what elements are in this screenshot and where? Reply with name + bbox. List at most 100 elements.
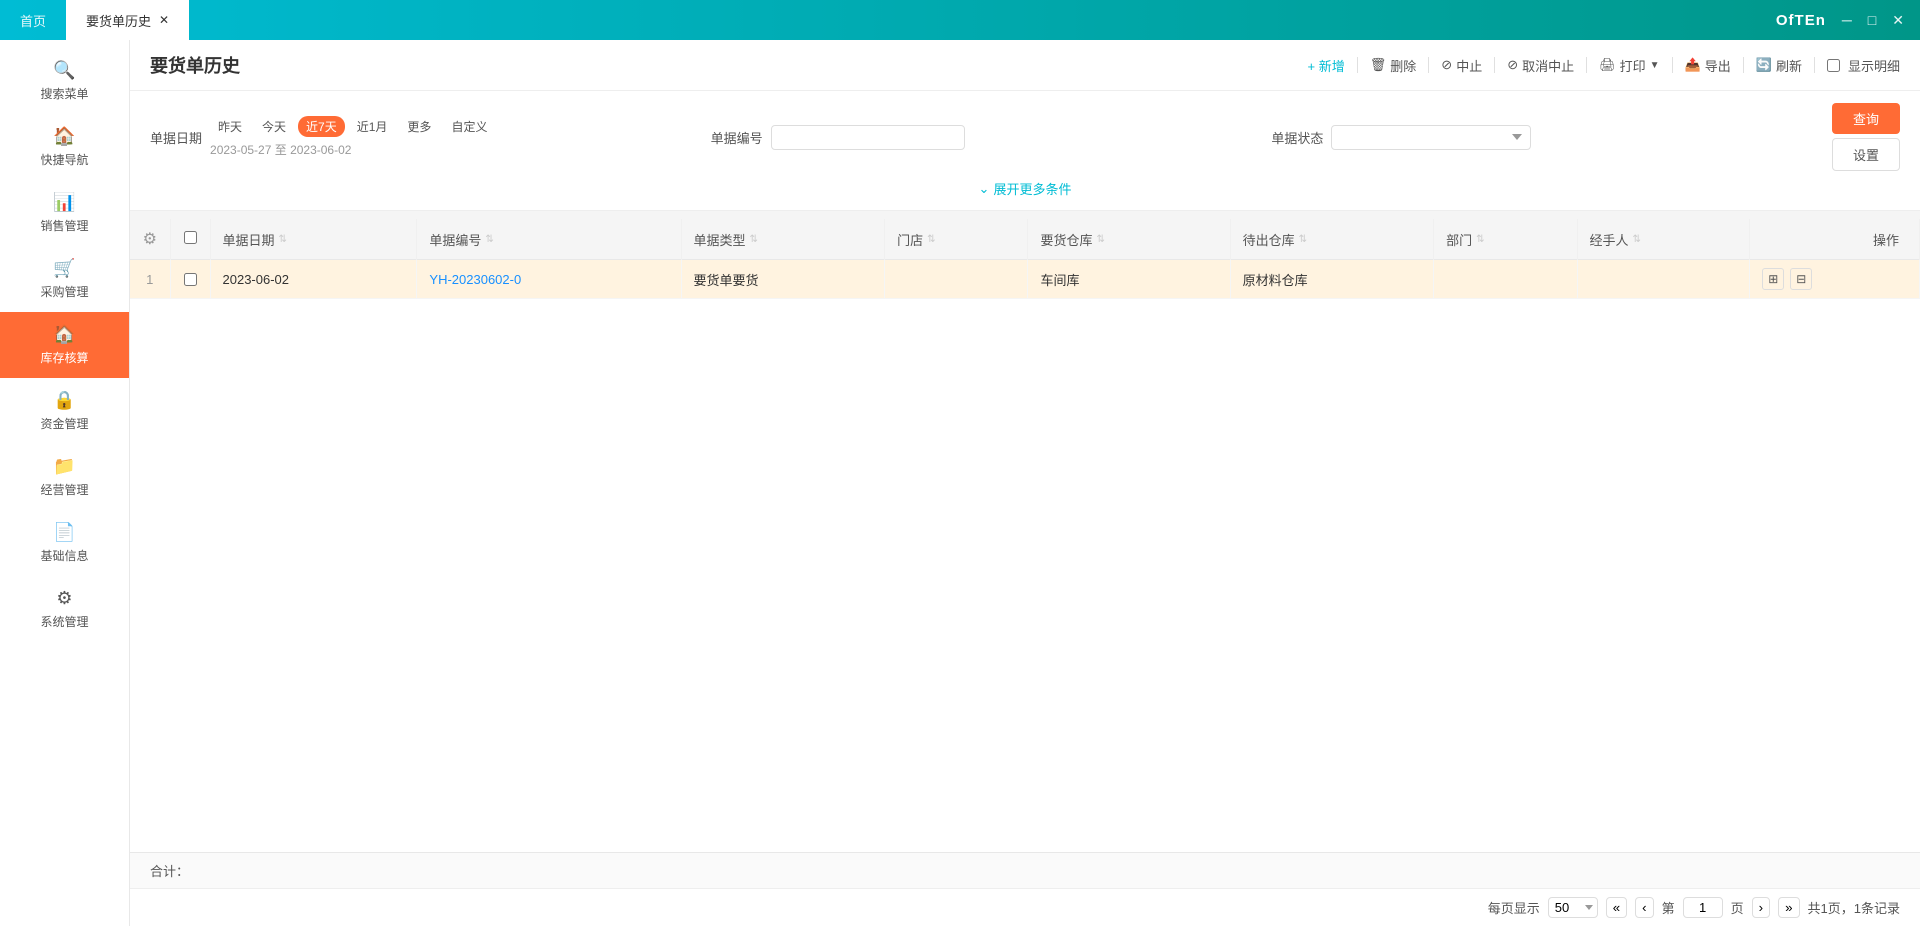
action-buttons: 查询 设置 (1832, 103, 1900, 171)
row-bill-no: YH-20230602-0 (417, 260, 681, 299)
expand-more-btn[interactable]: ⌄ 展开更多条件 (150, 179, 1900, 198)
sidebar-item-inventory-calc[interactable]: 🏠 库存核算 (0, 312, 129, 378)
delete-label: 删除 (1390, 56, 1416, 75)
date-btn-custom[interactable]: 自定义 (443, 116, 495, 137)
th-bill-date[interactable]: 单据日期 ⇅ (210, 219, 417, 260)
th-handler[interactable]: 经手人 ⇅ (1577, 219, 1750, 260)
th-bill-no-label: 单据编号 (429, 230, 481, 249)
column-settings-icon[interactable]: ⚙ (143, 231, 157, 248)
date-btn-more[interactable]: 更多 (399, 116, 439, 137)
minimize-icon[interactable]: ─ (1842, 12, 1852, 28)
th-pending-warehouse[interactable]: 待出仓库 ⇅ (1230, 219, 1434, 260)
row-store (885, 260, 1028, 299)
sidebar-item-quick-nav[interactable]: 🏠 快捷导航 (0, 114, 129, 180)
th-department-label: 部门 (1446, 230, 1472, 249)
page-size-label: 每页显示 (1488, 898, 1540, 917)
show-detail-checkbox[interactable] (1827, 59, 1840, 72)
row-checkbox-cell (170, 260, 210, 299)
row-pending-warehouse: 原材料仓库 (1230, 260, 1434, 299)
page-title: 要货单历史 (150, 52, 240, 78)
last-page-button[interactable]: » (1778, 897, 1799, 918)
filter-row: 单据日期 昨天 今天 近7天 近1月 更多 自定义 2023-05-27 至 2… (150, 103, 1900, 171)
divider-5 (1672, 57, 1673, 73)
bill-status-label: 单据状态 (1271, 128, 1323, 147)
date-btn-yesterday[interactable]: 昨天 (210, 116, 250, 137)
sidebar-item-quick-nav-label: 快捷导航 (40, 151, 88, 168)
date-filter-label: 单据日期 (150, 128, 202, 147)
sidebar-item-inventory-calc-label: 库存核算 (40, 349, 88, 366)
quick-nav-icon: 🏠 (53, 126, 75, 147)
filter-area: 单据日期 昨天 今天 近7天 近1月 更多 自定义 2023-05-27 至 2… (130, 91, 1920, 211)
setting-button[interactable]: 设置 (1832, 138, 1900, 171)
th-bill-type[interactable]: 单据类型 ⇅ (681, 219, 885, 260)
basic-info-icon: 📄 (53, 522, 75, 543)
th-bill-no[interactable]: 单据编号 ⇅ (417, 219, 681, 260)
page-input[interactable] (1683, 897, 1723, 918)
row-bill-date: 2023-06-02 (210, 260, 417, 299)
tab-home[interactable]: 首页 (0, 0, 66, 40)
new-button[interactable]: + 新增 (1308, 56, 1345, 75)
select-all-checkbox[interactable] (184, 231, 197, 244)
top-bar: 首页 要货单历史 ✕ OfTEn ─ □ ✕ (0, 0, 1920, 40)
date-btn-today[interactable]: 今天 (254, 116, 294, 137)
sidebar-item-purchase-mgmt[interactable]: 🛒 采购管理 (0, 246, 129, 312)
bill-status-select[interactable] (1331, 125, 1531, 150)
sidebar-item-operations-mgmt[interactable]: 📁 经营管理 (0, 444, 129, 510)
sidebar-item-finance-mgmt[interactable]: 🔒 资金管理 (0, 378, 129, 444)
print-button[interactable]: 🖨 打印 ▼ (1599, 56, 1659, 75)
tab-home-label: 首页 (20, 11, 46, 30)
th-bill-type-label: 单据类型 (694, 230, 746, 249)
query-button[interactable]: 查询 (1832, 103, 1900, 134)
tab-requisition-history[interactable]: 要货单历史 ✕ (66, 0, 189, 40)
summary-label: 合计： (150, 861, 189, 880)
print-label: 打印 (1620, 56, 1646, 75)
sort-icon-req-warehouse: ⇅ (1096, 234, 1104, 245)
maximize-icon[interactable]: □ (1868, 12, 1876, 28)
th-pending-warehouse-label: 待出仓库 (1243, 230, 1295, 249)
th-handler-label: 经手人 (1590, 230, 1629, 249)
bill-no-filter-group: 单据编号 (711, 125, 1252, 150)
table-body: 1 2023-06-02 YH-20230602-0 要货单要货 车间库 (130, 260, 1920, 299)
page-size-select[interactable]: 10 20 50 100 (1548, 897, 1598, 918)
next-page-button[interactable]: › (1752, 897, 1770, 918)
row-handler (1577, 260, 1750, 299)
cancel-stop-button[interactable]: ⊘ 取消中止 (1507, 56, 1574, 75)
table-row: 1 2023-06-02 YH-20230602-0 要货单要货 车间库 (130, 260, 1920, 299)
row-more-icon[interactable]: ⊟ (1790, 268, 1812, 290)
refresh-button[interactable]: 🔄 刷新 (1756, 56, 1802, 75)
sidebar-item-basic-info[interactable]: 📄 基础信息 (0, 510, 129, 576)
th-req-warehouse[interactable]: 要货仓库 ⇅ (1028, 219, 1230, 260)
date-btn-last1month[interactable]: 近1月 (349, 116, 396, 137)
bill-no-link[interactable]: YH-20230602-0 (429, 272, 521, 287)
row-checkbox[interactable] (184, 273, 197, 286)
finance-mgmt-icon: 🔒 (53, 390, 75, 411)
delete-button[interactable]: 🗑 删除 (1370, 56, 1417, 75)
row-view-icon[interactable]: ⊞ (1762, 268, 1784, 290)
close-icon[interactable]: ✕ (159, 13, 169, 27)
sidebar-item-search-menu[interactable]: 🔍 搜索菜单 (0, 48, 129, 114)
th-department[interactable]: 部门 ⇅ (1434, 219, 1577, 260)
inventory-calc-icon: 🏠 (53, 324, 75, 345)
date-btn-last7days[interactable]: 近7天 (298, 116, 345, 137)
sidebar-item-sales-mgmt[interactable]: 📊 销售管理 (0, 180, 129, 246)
sidebar-item-operations-mgmt-label: 经营管理 (40, 481, 88, 498)
stop-label: 中止 (1456, 56, 1482, 75)
system-mgmt-icon: ⚙ (56, 588, 72, 609)
window-close-icon[interactable]: ✕ (1892, 12, 1904, 29)
export-button[interactable]: 📤 导出 (1685, 56, 1731, 75)
th-settings[interactable]: ⚙ (130, 219, 170, 260)
prev-page-button[interactable]: ‹ (1635, 897, 1653, 918)
often-logo: OfTEn (1776, 12, 1826, 29)
first-page-button[interactable]: « (1606, 897, 1627, 918)
bill-status-filter-group: 单据状态 (1271, 125, 1812, 150)
sidebar-item-system-mgmt-label: 系统管理 (40, 613, 88, 630)
sidebar-item-system-mgmt[interactable]: ⚙ 系统管理 (0, 576, 129, 642)
th-store-label: 门店 (897, 230, 923, 249)
bill-no-input[interactable] (771, 125, 965, 150)
sort-icon-store: ⇅ (927, 234, 935, 245)
th-store[interactable]: 门店 ⇅ (885, 219, 1028, 260)
stop-button[interactable]: ⊘ 中止 (1441, 56, 1482, 75)
purchase-mgmt-icon: 🛒 (53, 258, 75, 279)
expand-more-label: 展开更多条件 (993, 179, 1071, 198)
show-detail-button[interactable]: 显示明细 (1827, 56, 1900, 75)
